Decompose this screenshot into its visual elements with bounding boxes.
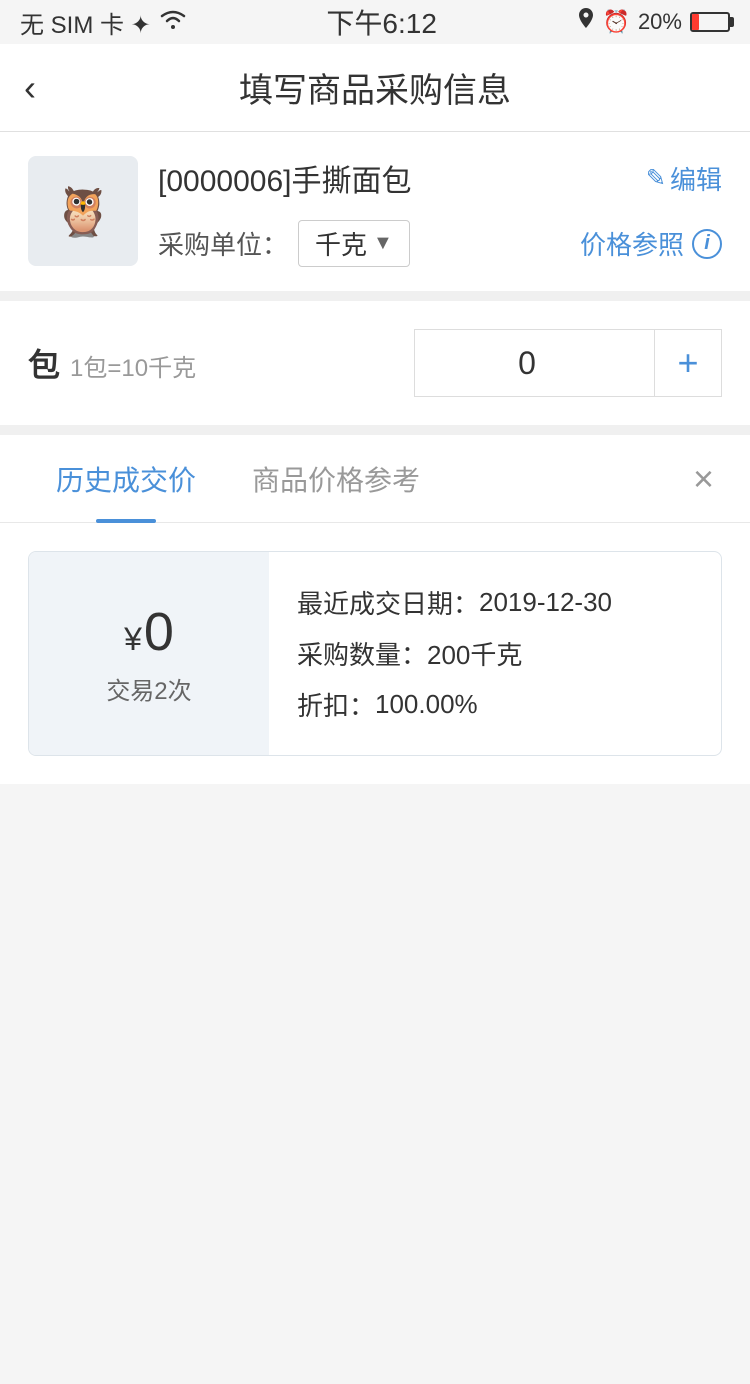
- product-thumb-icon: 🦉: [53, 183, 113, 240]
- dropdown-arrow-icon: ▼: [373, 232, 393, 255]
- price-ref-label: 价格参照: [580, 225, 684, 262]
- price-reference-button[interactable]: 价格参照 i: [580, 225, 722, 262]
- tab-header: 历史成交价 商品价格参考 ×: [0, 435, 750, 523]
- page-title: 填写商品采购信息: [239, 63, 511, 112]
- history-price-left: ¥ 0 交易2次: [29, 552, 269, 755]
- quantity-plus-button[interactable]: +: [654, 329, 722, 397]
- status-right: ⏰ 20%: [577, 8, 730, 36]
- product-card: 🦉 [0000006]手撕面包 ✎ 编辑 采购单位： 千克 ▼ 价格参照 i: [0, 132, 750, 301]
- edit-icon: ✎: [646, 164, 666, 193]
- tab-history-price[interactable]: 历史成交价: [28, 435, 224, 523]
- price-symbol: ¥: [124, 621, 142, 658]
- history-date-value: 2019-12-30: [479, 587, 612, 618]
- price-number: 0: [144, 601, 174, 663]
- history-price-value: ¥ 0: [124, 601, 174, 663]
- wifi-icon: [159, 8, 187, 36]
- alarm-icon: ⏰: [603, 9, 630, 35]
- unit-label: 采购单位：: [158, 225, 288, 262]
- status-time: 下午6:12: [326, 2, 437, 42]
- location-icon: [577, 8, 595, 36]
- history-detail-date: 最近成交日期： 2019-12-30: [297, 584, 693, 621]
- quantity-input-group: +: [414, 329, 722, 397]
- product-name: [0000006]手撕面包: [158, 156, 411, 200]
- quantity-row: 包 1包=10千克 +: [0, 301, 750, 435]
- history-qty-value: 200千克: [427, 635, 522, 672]
- history-qty-label: 采购数量：: [297, 635, 427, 672]
- tab-panel: 历史成交价 商品价格参考 × ¥ 0 交易2次 最近成交日期： 2019-12-…: [0, 435, 750, 784]
- unit-select[interactable]: 千克 ▼: [298, 220, 410, 267]
- nav-bar: ‹ 填写商品采购信息: [0, 44, 750, 132]
- tab-content: ¥ 0 交易2次 最近成交日期： 2019-12-30 采购数量： 200千克 …: [0, 523, 750, 784]
- status-bar: 无 SIM 卡 ✦ 下午6:12 ⏰ 20%: [0, 0, 750, 44]
- unit-left: 采购单位： 千克 ▼: [158, 220, 410, 267]
- history-trades: 交易2次: [106, 671, 191, 706]
- quantity-unit: 包: [28, 340, 60, 386]
- history-discount-value: 100.00%: [375, 689, 478, 720]
- back-button[interactable]: ‹: [24, 67, 36, 109]
- help-icon: i: [692, 229, 722, 259]
- quantity-desc: 1包=10千克: [70, 348, 196, 383]
- product-thumbnail: 🦉: [28, 156, 138, 266]
- sim-status: 无 SIM 卡 ✦: [20, 5, 151, 40]
- history-detail-discount: 折扣： 100.00%: [297, 686, 693, 723]
- unit-value: 千克: [315, 225, 367, 262]
- product-header: [0000006]手撕面包 ✎ 编辑: [158, 156, 722, 200]
- battery-percent: 20%: [638, 9, 682, 35]
- history-date-label: 最近成交日期：: [297, 584, 479, 621]
- history-detail-quantity: 采购数量： 200千克: [297, 635, 693, 672]
- page-background: [0, 784, 750, 1384]
- history-card-right: 最近成交日期： 2019-12-30 采购数量： 200千克 折扣： 100.0…: [269, 552, 721, 755]
- tab-product-price-reference[interactable]: 商品价格参考: [224, 435, 448, 523]
- edit-button[interactable]: ✎ 编辑: [646, 160, 722, 197]
- quantity-input[interactable]: [414, 329, 654, 397]
- status-left: 无 SIM 卡 ✦: [20, 5, 187, 40]
- battery-bar: [690, 12, 730, 32]
- product-unit-row: 采购单位： 千克 ▼ 价格参照 i: [158, 220, 722, 267]
- history-card: ¥ 0 交易2次 最近成交日期： 2019-12-30 采购数量： 200千克 …: [28, 551, 722, 756]
- product-info: [0000006]手撕面包 ✎ 编辑 采购单位： 千克 ▼ 价格参照 i: [158, 156, 722, 267]
- battery-fill: [692, 14, 699, 30]
- history-discount-label: 折扣：: [297, 686, 375, 723]
- tab-list: 历史成交价 商品价格参考: [28, 435, 448, 523]
- quantity-label: 包 1包=10千克: [28, 340, 196, 386]
- tab-close-button[interactable]: ×: [685, 458, 722, 500]
